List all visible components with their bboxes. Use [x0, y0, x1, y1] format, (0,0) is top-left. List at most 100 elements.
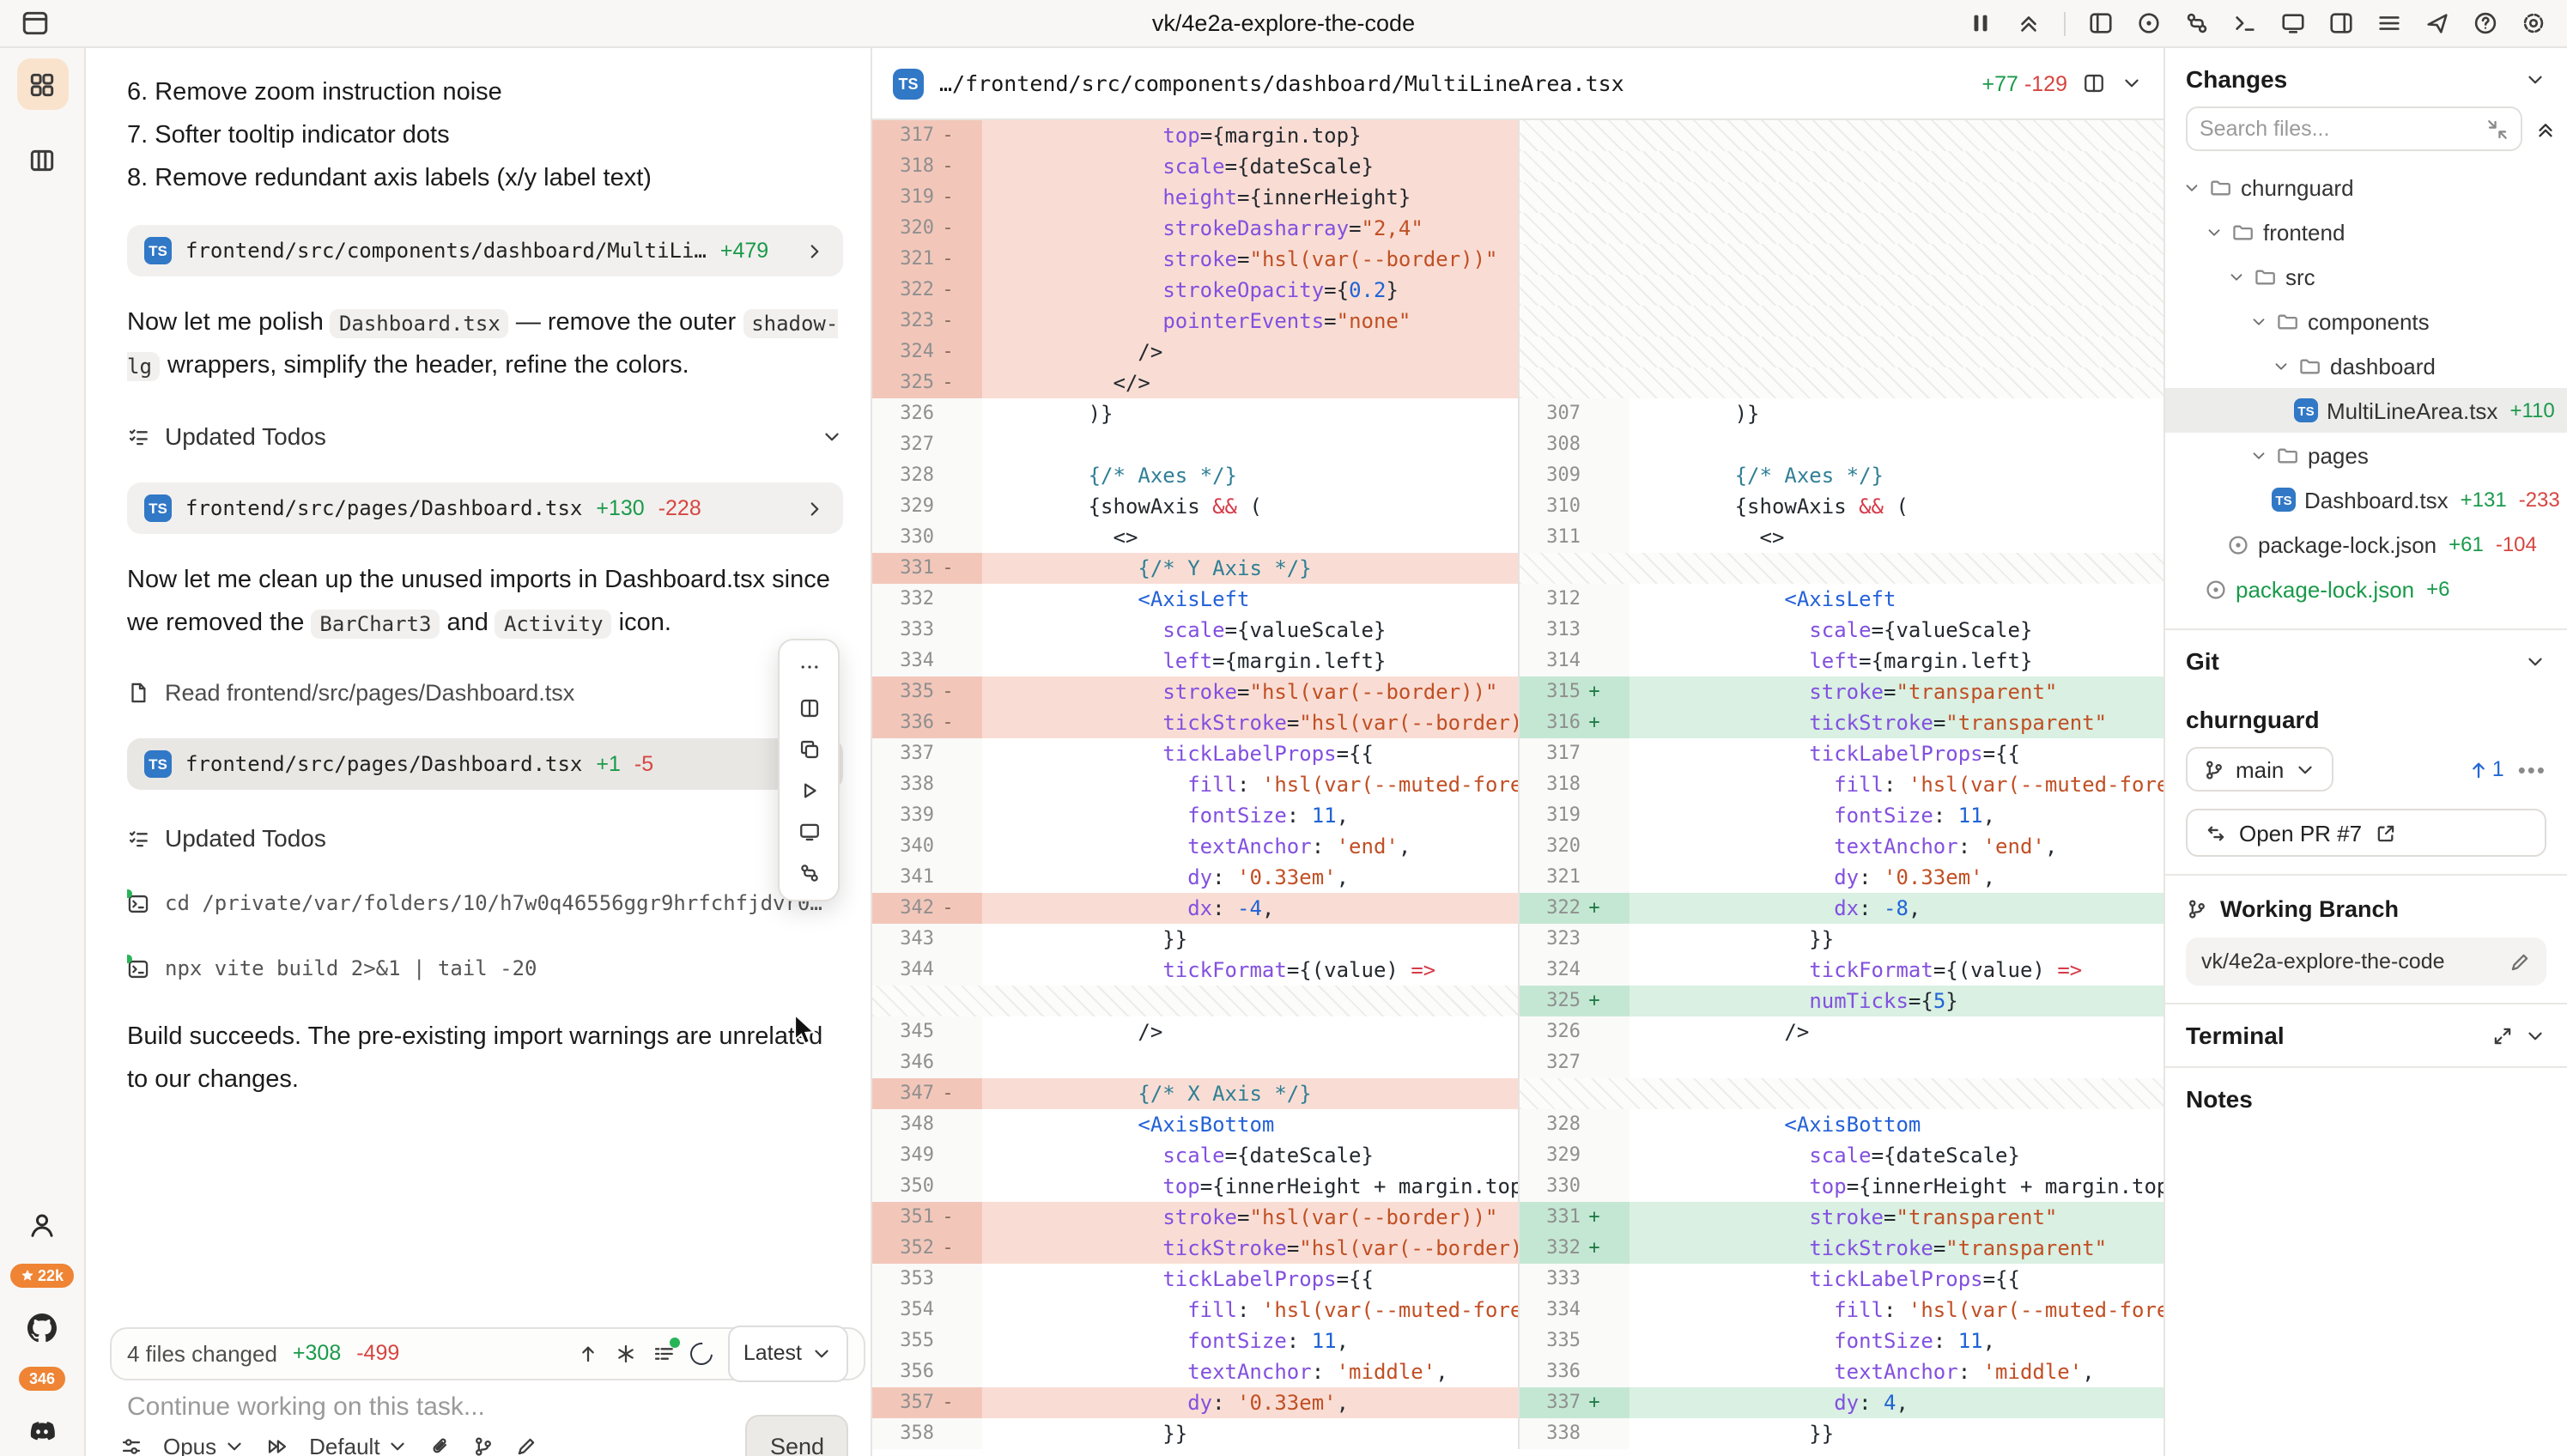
read-file-label: Read frontend/src/pages/Dashboard.tsx: [165, 671, 574, 714]
right-panel: Changes churnguardfrontendsrccomponentsd: [2163, 48, 2567, 1456]
share-icon[interactable]: [2424, 10, 2450, 36]
updated-todos-row[interactable]: Updated Todos: [127, 817, 843, 860]
changed-files-tree: churnguard frontend srccomponents dashboard…: [2165, 165, 2567, 611]
branch-selector[interactable]: main: [2186, 747, 2333, 792]
caret-down-icon: [2227, 267, 2246, 286]
tree-item-dashboard[interactable]: dashboard: [2165, 343, 2567, 388]
collapse-chat-icon[interactable]: [2016, 10, 2042, 36]
branch-icon[interactable]: [473, 1435, 495, 1456]
mode-dropdown[interactable]: Default: [309, 1425, 409, 1456]
tree-item-name: dashboard: [2330, 353, 2436, 379]
file-name: frontend/src/components/dashboard/MultiL…: [185, 229, 707, 272]
search-box[interactable]: [2186, 106, 2522, 151]
file-diff-chip[interactable]: TS frontend/src/components/dashboard/Mul…: [127, 225, 843, 276]
panel-left-icon[interactable]: [2088, 10, 2114, 36]
account-button[interactable]: [16, 1198, 68, 1250]
folder-icon: [2232, 221, 2254, 243]
removed-count: -233: [2519, 488, 2560, 512]
commits-ahead[interactable]: 1: [2468, 757, 2504, 781]
typescript-icon: TS: [2272, 488, 2296, 512]
terminal-command-row[interactable]: npx vite build 2>&1 | tail -20: [127, 948, 843, 991]
chevron-down-icon[interactable]: [2121, 72, 2143, 94]
board-tab[interactable]: [16, 134, 68, 185]
terminal-icon[interactable]: [2232, 10, 2258, 36]
tree-item-pages[interactable]: pages: [2165, 433, 2567, 477]
sliders-icon[interactable]: [120, 1435, 143, 1456]
git-section-header[interactable]: Git: [2165, 630, 2567, 689]
discord-button[interactable]: [16, 1404, 68, 1456]
arrow-up-icon[interactable]: [577, 1343, 599, 1365]
tree-item-package-lock.json[interactable]: package-lock.json+61-104: [2165, 522, 2567, 567]
document-icon: [127, 682, 149, 704]
edit-pencil-icon[interactable]: [2509, 950, 2531, 973]
pause-icon[interactable]: [1968, 10, 1994, 36]
split-view-icon[interactable]: [2083, 72, 2105, 94]
tree-item-MultiLineArea.tsx[interactable]: TSMultiLineArea.tsx+110-162: [2165, 388, 2567, 433]
collapse-diagonal-icon[interactable]: [2486, 118, 2509, 140]
tree-item-components[interactable]: components: [2165, 299, 2567, 343]
github-button[interactable]: [16, 1301, 68, 1353]
diff-row: 325- </>: [872, 367, 2163, 398]
display-icon[interactable]: [2280, 10, 2306, 36]
pen-icon[interactable]: [516, 1435, 538, 1456]
read-file-row[interactable]: Read frontend/src/pages/Dashboard.tsx: [127, 671, 843, 714]
collapse-all-icon[interactable]: [2534, 118, 2557, 140]
run-icon[interactable]: [798, 780, 820, 802]
compare-icon[interactable]: [798, 862, 820, 884]
folder-icon: [2277, 310, 2299, 332]
tree-item-churnguard[interactable]: churnguard: [2165, 165, 2567, 209]
added-count: +110: [2509, 398, 2554, 422]
diff-row: 334 left={margin.left}314 left={margin.l…: [872, 646, 2163, 676]
tree-item-name: package-lock.json: [2236, 576, 2414, 602]
expand-icon[interactable]: [2491, 1024, 2514, 1046]
git-compare-icon[interactable]: [2184, 10, 2210, 36]
diff-view-icon[interactable]: [798, 697, 820, 719]
message-dot-icon[interactable]: [2136, 10, 2162, 36]
checklist-icon: [127, 828, 149, 850]
terminal-section-header[interactable]: Terminal: [2165, 1004, 2567, 1063]
more-options-icon[interactable]: [798, 656, 820, 678]
asterisk-icon[interactable]: [615, 1343, 637, 1365]
working-branch-value[interactable]: vk/4e2a-explore-the-code: [2186, 937, 2546, 986]
send-button[interactable]: Send: [746, 1415, 848, 1456]
github-stars-badge: 22k: [7, 1260, 77, 1291]
folder-icon: [2277, 444, 2299, 466]
tree-item-frontend[interactable]: frontend: [2165, 209, 2567, 254]
panel-right-icon[interactable]: [2328, 10, 2354, 36]
left-rail: 22k 346: [0, 48, 86, 1456]
settings-gear-icon[interactable]: [2521, 10, 2546, 36]
diff-row: 339 fontSize: 11,319 fontSize: 11,: [872, 800, 2163, 831]
file-diff-chip[interactable]: TS frontend/src/pages/Dashboard.tsx +130…: [127, 482, 843, 534]
attachment-icon[interactable]: [430, 1435, 452, 1456]
workspace-tab-active[interactable]: [16, 58, 68, 110]
app-window-icon[interactable]: [21, 9, 50, 38]
tree-item-name: Dashboard.tsx: [2304, 487, 2449, 513]
tree-item-name: frontend: [2263, 219, 2345, 245]
file-diff-chip-hovered[interactable]: TS frontend/src/pages/Dashboard.tsx +1 -…: [127, 738, 843, 790]
diff-row: 342- dx: -4,322+ dx: -8,: [872, 893, 2163, 924]
diff-panel: TS …/frontend/src/components/dashboard/M…: [872, 48, 2163, 1456]
tree-item-src[interactable]: src: [2165, 254, 2567, 299]
folder-icon: [2299, 355, 2321, 377]
tree-item-package-lock.json[interactable]: package-lock.json+6: [2165, 567, 2567, 611]
latest-dropdown[interactable]: Latest: [728, 1326, 848, 1382]
caret-down-icon: [2249, 312, 2268, 331]
changes-section-header[interactable]: Changes: [2165, 48, 2567, 106]
fast-forward-icon[interactable]: [266, 1435, 288, 1456]
menu-icon[interactable]: [2376, 10, 2402, 36]
diff-row: 327308: [872, 429, 2163, 460]
diff-row: 325+ numTicks={5}: [872, 986, 2163, 1016]
notes-section-header[interactable]: Notes: [2165, 1068, 2567, 1126]
updated-todos-row[interactable]: Updated Todos: [127, 416, 843, 458]
help-icon[interactable]: [2473, 10, 2498, 36]
preview-icon[interactable]: [798, 821, 820, 843]
search-input[interactable]: [2200, 117, 2476, 141]
copy-icon[interactable]: [798, 738, 820, 761]
terminal-command-row[interactable]: cd /private/var/folders/10/h7w0q46556ggr…: [127, 883, 843, 925]
git-more-options[interactable]: •••: [2518, 756, 2546, 782]
diff-row: 321- stroke="hsl(var(--border))": [872, 244, 2163, 275]
model-dropdown[interactable]: Opus: [163, 1425, 246, 1456]
todo-list-icon[interactable]: [652, 1343, 675, 1365]
open-pr-button[interactable]: Open PR #7: [2186, 809, 2546, 857]
tree-item-Dashboard.tsx[interactable]: TSDashboard.tsx+131-233: [2165, 477, 2567, 522]
